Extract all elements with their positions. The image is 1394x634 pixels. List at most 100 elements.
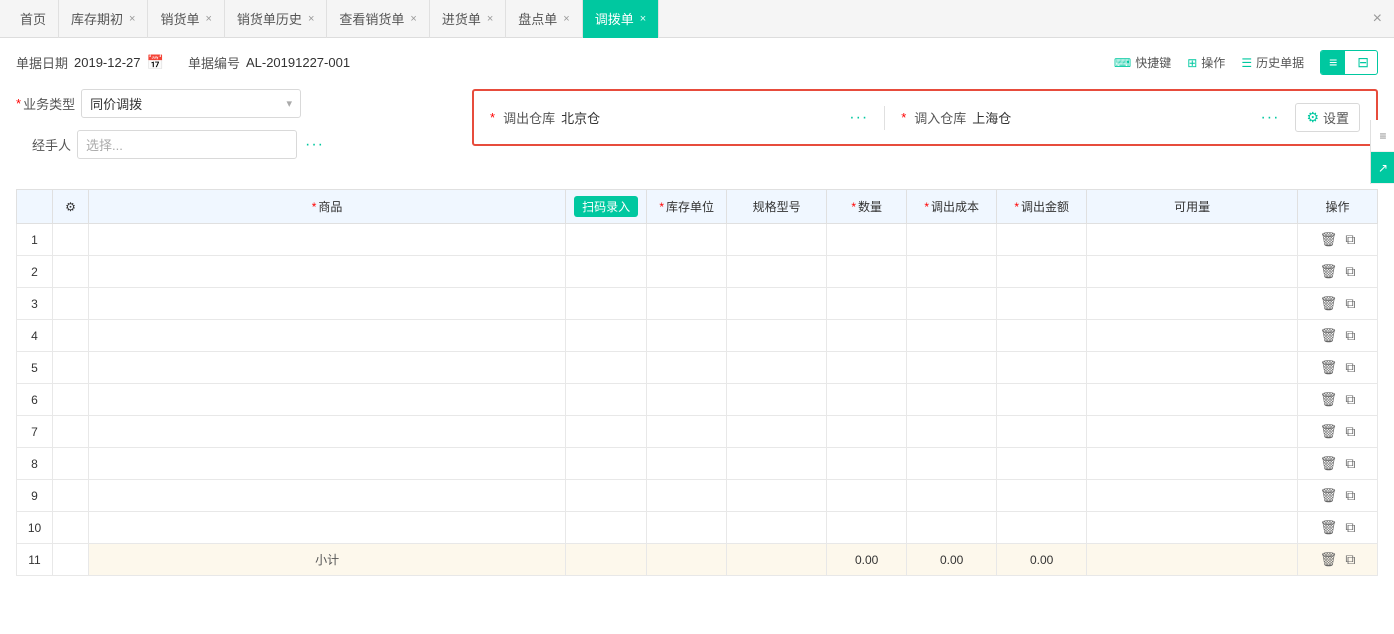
row-product[interactable]	[89, 480, 566, 512]
delete-icon[interactable]: 🗑	[1320, 551, 1338, 568]
copy-icon[interactable]: ⧉	[1345, 359, 1355, 376]
tab-close-sales-order[interactable]: ×	[205, 13, 211, 25]
delete-icon[interactable]: 🗑	[1320, 455, 1338, 472]
row-qty[interactable]	[827, 256, 907, 288]
row-unit[interactable]	[647, 224, 727, 256]
row-product[interactable]	[89, 288, 566, 320]
delete-icon[interactable]: 🗑	[1320, 359, 1338, 376]
scan-button[interactable]: 扫码录入	[574, 196, 638, 217]
copy-icon[interactable]: ⧉	[1345, 231, 1355, 248]
row-product[interactable]	[89, 448, 566, 480]
row-gear[interactable]	[53, 448, 89, 480]
operations-button[interactable]: ⊞ 操作	[1187, 54, 1225, 71]
row-gear[interactable]	[53, 480, 89, 512]
copy-icon[interactable]: ⧉	[1345, 263, 1355, 280]
row-cost[interactable]	[907, 288, 997, 320]
row-cost[interactable]	[907, 256, 997, 288]
row-qty[interactable]	[827, 224, 907, 256]
row-unit[interactable]	[647, 512, 727, 544]
row-cost[interactable]	[907, 352, 997, 384]
layout-list-button[interactable]: ≡	[1321, 51, 1345, 74]
row-spec[interactable]	[727, 352, 827, 384]
row-qty[interactable]	[827, 288, 907, 320]
tab-sales-order[interactable]: 销货单 ×	[148, 0, 224, 38]
tab-view-sales[interactable]: 查看销货单 ×	[327, 0, 429, 38]
row-amount[interactable]	[997, 256, 1087, 288]
tab-purchase-order[interactable]: 进货单 ×	[430, 0, 506, 38]
copy-icon[interactable]: ⧉	[1345, 391, 1355, 408]
row-gear[interactable]	[53, 352, 89, 384]
row-spec[interactable]	[727, 416, 827, 448]
row-spec[interactable]	[727, 480, 827, 512]
row-product[interactable]	[89, 352, 566, 384]
row-spec[interactable]	[727, 224, 827, 256]
copy-icon[interactable]: ⧉	[1345, 551, 1355, 568]
sidebar-export-icon[interactable]: ↗	[1371, 152, 1394, 184]
tab-close-purchase-order[interactable]: ×	[487, 13, 493, 25]
row-cost[interactable]	[907, 416, 997, 448]
calendar-icon[interactable]: 📅	[147, 54, 164, 71]
row-unit[interactable]	[647, 256, 727, 288]
row-cost[interactable]	[907, 448, 997, 480]
row-qty[interactable]	[827, 480, 907, 512]
row-qty[interactable]	[827, 352, 907, 384]
row-unit[interactable]	[647, 384, 727, 416]
row-gear[interactable]	[53, 256, 89, 288]
row-qty[interactable]	[827, 512, 907, 544]
copy-icon[interactable]: ⧉	[1345, 295, 1355, 312]
row-unit[interactable]	[647, 416, 727, 448]
sidebar-doc-icon[interactable]: ≡	[1371, 120, 1394, 152]
row-gear[interactable]	[53, 288, 89, 320]
copy-icon[interactable]: ⧉	[1345, 519, 1355, 536]
row-cost[interactable]	[907, 384, 997, 416]
tab-close-view-sales[interactable]: ×	[410, 13, 416, 25]
row-unit[interactable]	[647, 352, 727, 384]
row-amount[interactable]	[997, 480, 1087, 512]
row-product[interactable]	[89, 512, 566, 544]
copy-icon[interactable]: ⧉	[1345, 423, 1355, 440]
business-type-select[interactable]: 同价调拨 ▾	[81, 89, 301, 118]
copy-icon[interactable]: ⧉	[1345, 487, 1355, 504]
row-cost[interactable]	[907, 224, 997, 256]
tab-close-transfer-order[interactable]: ×	[640, 13, 646, 25]
delete-icon[interactable]: 🗑	[1320, 295, 1338, 312]
row-cost[interactable]	[907, 512, 997, 544]
row-gear[interactable]	[53, 384, 89, 416]
handler-select[interactable]: 选择...	[77, 130, 297, 159]
row-spec[interactable]	[727, 448, 827, 480]
row-unit[interactable]	[647, 320, 727, 352]
row-spec[interactable]	[727, 288, 827, 320]
row-cost[interactable]	[907, 480, 997, 512]
row-amount[interactable]	[997, 224, 1087, 256]
delete-icon[interactable]: 🗑	[1320, 487, 1338, 504]
row-amount[interactable]	[997, 448, 1087, 480]
history-button[interactable]: ☰ 历史单据	[1241, 54, 1304, 71]
row-qty[interactable]	[827, 384, 907, 416]
delete-icon[interactable]: 🗑	[1320, 263, 1338, 280]
warehouse-in-more-icon[interactable]: ···	[1260, 109, 1279, 127]
row-product[interactable]	[89, 256, 566, 288]
tab-sales-history[interactable]: 销货单历史 ×	[225, 0, 327, 38]
row-product[interactable]	[89, 320, 566, 352]
layout-grid-button[interactable]: ⊟	[1349, 51, 1377, 74]
copy-icon[interactable]: ⧉	[1345, 455, 1355, 472]
row-cost[interactable]	[907, 320, 997, 352]
delete-icon[interactable]: 🗑	[1320, 391, 1338, 408]
row-gear[interactable]	[53, 416, 89, 448]
row-amount[interactable]	[997, 320, 1087, 352]
row-spec[interactable]	[727, 256, 827, 288]
row-amount[interactable]	[997, 384, 1087, 416]
row-gear[interactable]	[53, 320, 89, 352]
row-amount[interactable]	[997, 288, 1087, 320]
delete-icon[interactable]: 🗑	[1320, 327, 1338, 344]
tab-transfer-order[interactable]: 调拨单 ×	[583, 0, 659, 38]
warehouse-out-more-icon[interactable]: ···	[849, 109, 868, 127]
row-gear[interactable]	[53, 224, 89, 256]
row-unit[interactable]	[647, 480, 727, 512]
row-product[interactable]	[89, 384, 566, 416]
delete-icon[interactable]: 🗑	[1320, 519, 1338, 536]
settings-button[interactable]: ⚙ 设置	[1295, 103, 1360, 132]
row-qty[interactable]	[827, 448, 907, 480]
row-spec[interactable]	[727, 320, 827, 352]
row-product[interactable]	[89, 224, 566, 256]
